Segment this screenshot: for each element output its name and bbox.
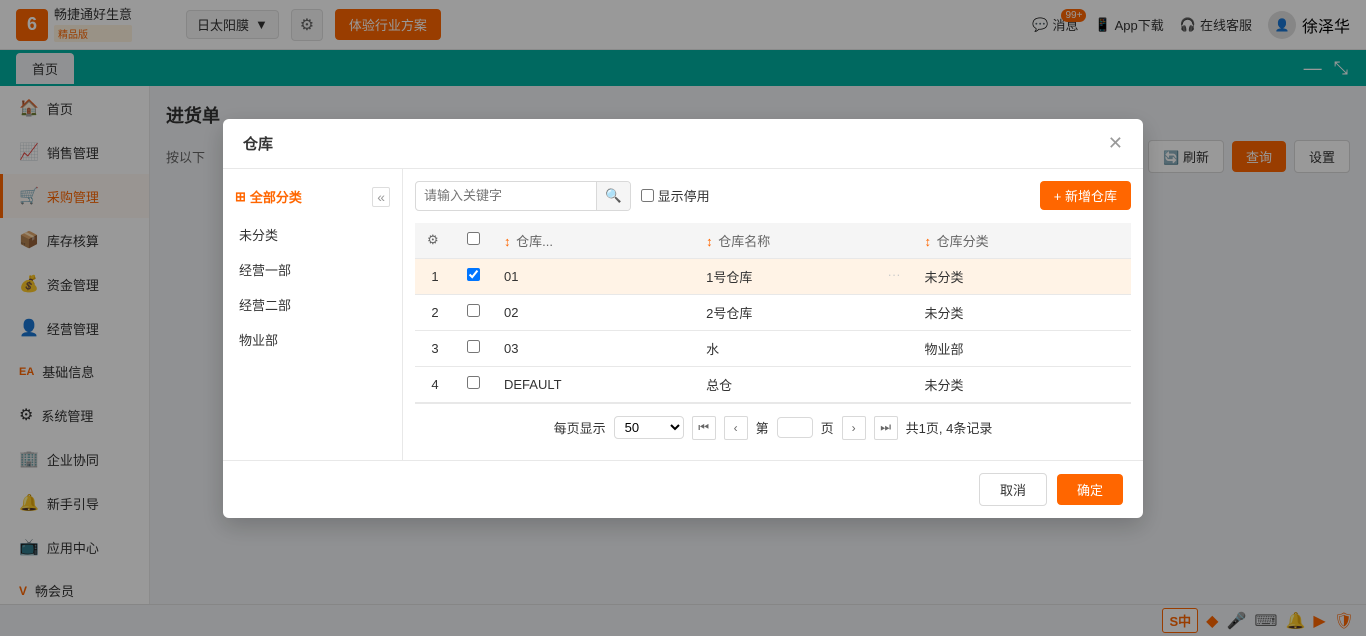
page-label: 第 (756, 418, 769, 437)
col-name: ↕ 仓库名称 (694, 223, 912, 259)
cancel-button[interactable]: 取消 (979, 473, 1047, 506)
page-number-input[interactable]: 1 (777, 417, 813, 438)
modal-close-button[interactable]: ✕ (1108, 134, 1123, 152)
modal-toolbar: 🔍 显示停用 + 新增仓库 (415, 181, 1131, 211)
show-disabled-checkbox[interactable] (641, 189, 654, 202)
sort-icon-code: ↕ (504, 234, 511, 249)
add-warehouse-button[interactable]: + 新增仓库 (1040, 181, 1131, 210)
category-label-property: 物业部 (239, 333, 278, 348)
row-index: 1 (415, 258, 455, 294)
category-label-ops1: 经营一部 (239, 263, 291, 278)
next-page-btn[interactable]: › (842, 416, 866, 440)
row-category: 未分类 (913, 258, 1131, 294)
col-code: ↕ 仓库... (492, 223, 694, 259)
modal-body: ⊞ 全部分类 « 未分类 经营一部 经营二部 物业部 (223, 169, 1143, 460)
table-row[interactable]: 1 01 1号仓库 ··· 未分类 (415, 258, 1131, 294)
sort-icon-category: ↕ (925, 234, 932, 249)
row-name: 总仓 (694, 366, 912, 402)
search-button[interactable]: 🔍 (596, 182, 630, 210)
all-category-label[interactable]: ⊞ 全部分类 (235, 187, 302, 206)
page-suffix: 页 (821, 418, 834, 437)
warehouse-modal: 仓库 ✕ ⊞ 全部分类 « 未分类 经营一部 (223, 119, 1143, 518)
row-checkbox[interactable] (467, 340, 480, 353)
total-info: 共1页, 4条记录 (906, 418, 993, 437)
col-category: ↕ 仓库分类 (913, 223, 1131, 259)
grid-icon: ⊞ (235, 189, 246, 205)
row-checkbox-cell[interactable] (455, 366, 492, 402)
modal-overlay: 仓库 ✕ ⊞ 全部分类 « 未分类 经营一部 (0, 0, 1366, 636)
all-category-text: 全部分类 (250, 187, 302, 206)
row-checkbox[interactable] (467, 376, 480, 389)
modal-category-sidebar: ⊞ 全部分类 « 未分类 经营一部 经营二部 物业部 (223, 169, 403, 460)
confirm-button[interactable]: 确定 (1057, 474, 1123, 505)
per-page-label: 每页显示 (554, 418, 606, 437)
row-category: 物业部 (913, 330, 1131, 366)
warehouse-table-container: ⚙ ↕ 仓库... ↕ 仓库名称 (415, 223, 1131, 403)
row-checkbox[interactable] (467, 304, 480, 317)
select-all-checkbox[interactable] (467, 232, 480, 245)
search-input[interactable] (416, 188, 596, 203)
row-name: 2号仓库 (694, 294, 912, 330)
row-index: 2 (415, 294, 455, 330)
modal-title: 仓库 (243, 133, 273, 154)
table-row[interactable]: 4 DEFAULT 总仓 未分类 (415, 366, 1131, 402)
category-label-ops2: 经营二部 (239, 298, 291, 313)
table-row[interactable]: 3 03 水 物业部 (415, 330, 1131, 366)
row-code: 02 (492, 294, 694, 330)
row-category: 未分类 (913, 294, 1131, 330)
col-settings: ⚙ (415, 223, 455, 259)
row-checkbox-cell[interactable] (455, 330, 492, 366)
pagination-bar: 每页显示 50 100 ⏮ ‹ 第 1 页 › ⏭ 共1页, 4条记录 (415, 403, 1131, 448)
first-page-btn[interactable]: ⏮ (692, 416, 716, 440)
row-checkbox[interactable] (467, 268, 480, 281)
row-index: 3 (415, 330, 455, 366)
table-row[interactable]: 2 02 2号仓库 未分类 (415, 294, 1131, 330)
category-item-property[interactable]: 物业部 (223, 322, 402, 357)
row-code: DEFAULT (492, 366, 694, 402)
show-disabled-text: 显示停用 (658, 186, 710, 205)
row-code: 01 (492, 258, 694, 294)
last-page-btn[interactable]: ⏭ (874, 416, 898, 440)
modal-main: 🔍 显示停用 + 新增仓库 ⚙ (403, 169, 1143, 460)
warehouse-table: ⚙ ↕ 仓库... ↕ 仓库名称 (415, 223, 1131, 403)
row-category: 未分类 (913, 366, 1131, 402)
row-name: 水 (694, 330, 912, 366)
collapse-button[interactable]: « (372, 187, 390, 207)
sort-icon-name: ↕ (706, 234, 713, 249)
category-label-unclassified: 未分类 (239, 228, 278, 243)
category-item-ops2[interactable]: 经营二部 (223, 287, 402, 322)
prev-page-btn[interactable]: ‹ (724, 416, 748, 440)
row-index: 4 (415, 366, 455, 402)
modal-header: 仓库 ✕ (223, 119, 1143, 169)
row-checkbox-cell[interactable] (455, 294, 492, 330)
row-code: 03 (492, 330, 694, 366)
modal-footer: 取消 确定 (223, 460, 1143, 518)
show-disabled-checkbox-label[interactable]: 显示停用 (641, 186, 710, 205)
action-dots[interactable]: ··· (888, 267, 901, 282)
per-page-select[interactable]: 50 100 (614, 416, 684, 439)
category-item-ops1[interactable]: 经营一部 (223, 252, 402, 287)
row-name: 1号仓库 ··· (694, 258, 912, 294)
table-header: ⚙ ↕ 仓库... ↕ 仓库名称 (415, 223, 1131, 259)
modal-sidebar-header: ⊞ 全部分类 « (223, 181, 402, 217)
category-item-unclassified[interactable]: 未分类 (223, 217, 402, 252)
warehouse-tbody: 1 01 1号仓库 ··· 未分类 2 02 2号仓库 未分类 3 03 水 物… (415, 258, 1131, 402)
row-checkbox-cell[interactable] (455, 258, 492, 294)
col-checkbox (455, 223, 492, 259)
search-box[interactable]: 🔍 (415, 181, 631, 211)
